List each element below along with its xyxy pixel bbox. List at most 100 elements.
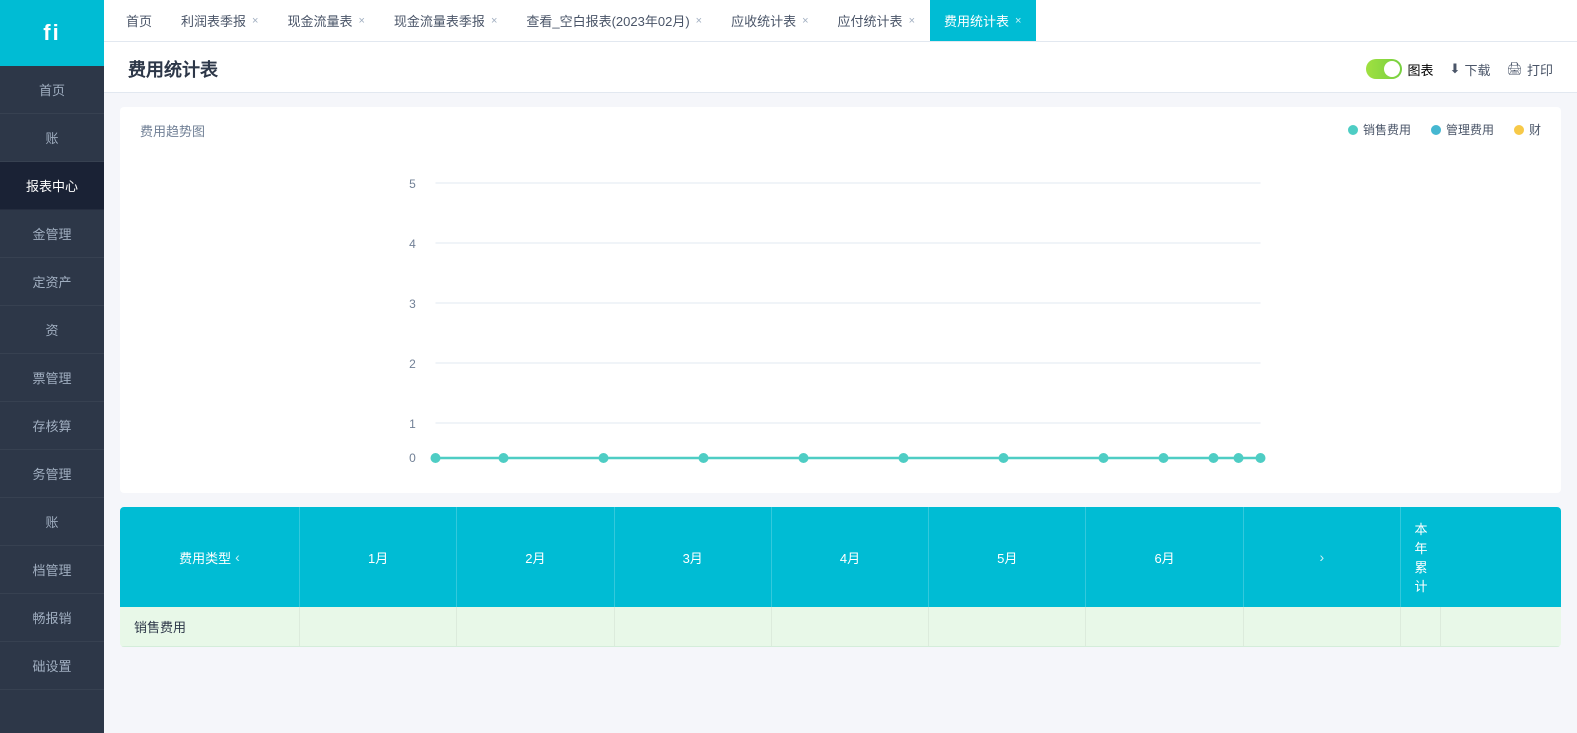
svg-text:5: 5 — [409, 177, 416, 191]
chart-point-dec — [1256, 453, 1266, 463]
th-nav-next[interactable]: › — [1244, 507, 1401, 607]
header-actions: 图表 ⬇ 下载 🖨 打印 — [1366, 59, 1553, 79]
tab-home[interactable]: 首页 — [112, 0, 167, 42]
sidebar-logo: fi — [0, 0, 104, 66]
svg-text:4月: 4月 — [694, 469, 713, 470]
svg-text:1: 1 — [409, 417, 416, 431]
chart-point-jan — [431, 453, 441, 463]
sidebar-item-settings[interactable]: 础设置 — [0, 642, 104, 690]
page-header: 费用统计表 图表 ⬇ 下载 🖨 打印 — [104, 42, 1577, 93]
tab-expense[interactable]: 费用统计表 × — [930, 0, 1036, 42]
chart-legend: 销售费用 管理费用 财 — [1348, 121, 1541, 138]
legend-dot-admin — [1431, 125, 1441, 135]
chart-point-may — [799, 453, 809, 463]
chart-point-aug — [1099, 453, 1109, 463]
svg-text:10月: 10月 — [1201, 469, 1226, 470]
sidebar-item-invest[interactable]: 资 — [0, 306, 104, 354]
svg-text:9月: 9月 — [1154, 469, 1173, 470]
svg-text:3月: 3月 — [594, 469, 613, 470]
svg-text:3: 3 — [409, 297, 416, 311]
close-tab-blank[interactable]: × — [696, 15, 702, 27]
close-tab-payable[interactable]: × — [909, 15, 915, 27]
legend-dot-sales — [1348, 125, 1358, 135]
page-content: 费用统计表 图表 ⬇ 下载 🖨 打印 — [104, 42, 1577, 733]
chart-toggle-label: 图表 — [1408, 60, 1434, 79]
close-tab-cashflow[interactable]: × — [358, 15, 364, 27]
chart-point-feb — [499, 453, 509, 463]
sidebar-item-writeoff[interactable]: 畅报销 — [0, 594, 104, 642]
page-title: 费用统计表 — [128, 56, 218, 82]
chart-point-jul — [999, 453, 1009, 463]
td-m2-sales — [457, 607, 614, 646]
sidebar-item-archive[interactable]: 档管理 — [0, 546, 104, 594]
sidebar-item-bills[interactable]: 票管理 — [0, 354, 104, 402]
toggle-knob — [1384, 61, 1400, 77]
chart-point-oct — [1209, 453, 1219, 463]
svg-text:6月: 6月 — [894, 469, 913, 470]
td-m5-sales — [929, 607, 1086, 646]
table-header: 费用类型 ‹ 1月 2月 3月 4月 5月 6月 › 本年累计 — [120, 507, 1561, 607]
td-nav-sales — [1244, 607, 1401, 646]
download-icon: ⬇ — [1450, 61, 1461, 77]
chart-point-nov — [1234, 453, 1244, 463]
print-button[interactable]: 🖨 打印 — [1506, 60, 1553, 79]
sidebar: fi 首页 账 报表中心 金管理 定资产 资 票管理 存核算 务管理 账 档管理… — [0, 0, 104, 733]
th-m5: 5月 — [929, 507, 1086, 607]
td-m6-sales — [1086, 607, 1243, 646]
close-tab-cashflowq[interactable]: × — [491, 15, 497, 27]
svg-text:5月: 5月 — [794, 469, 813, 470]
tab-profit[interactable]: 利润表季报 × — [167, 0, 273, 42]
sidebar-item-reports[interactable]: 报表中心 — [0, 162, 104, 210]
tab-cashflow[interactable]: 现金流量表 × — [273, 0, 379, 42]
close-tab-receivable[interactable]: × — [802, 15, 808, 27]
th-m6: 6月 — [1086, 507, 1243, 607]
tab-bar: 首页 利润表季报 × 现金流量表 × 现金流量表季报 × 查看_空白报表(202… — [104, 0, 1577, 42]
tab-payable[interactable]: 应付统计表 × — [824, 0, 930, 42]
download-button[interactable]: ⬇ 下载 — [1450, 60, 1491, 79]
sidebar-item-cash[interactable]: 金管理 — [0, 210, 104, 258]
th-next-arrow[interactable]: › — [1320, 549, 1325, 565]
legend-admin: 管理费用 — [1431, 121, 1494, 138]
table-row-sales: 销售费用 — [120, 607, 1561, 647]
svg-text:1月: 1月 — [426, 469, 445, 470]
svg-text:4: 4 — [409, 237, 416, 251]
tab-blank[interactable]: 查看_空白报表(2023年02月) × — [512, 0, 717, 42]
td-m1-sales — [300, 607, 457, 646]
sidebar-item-ledger[interactable]: 账 — [0, 498, 104, 546]
th-m3: 3月 — [615, 507, 772, 607]
sidebar-item-assets[interactable]: 定资产 — [0, 258, 104, 306]
td-m3-sales — [615, 607, 772, 646]
svg-text:7月: 7月 — [994, 469, 1013, 470]
td-yearly-sales — [1401, 607, 1441, 646]
table-section: 费用类型 ‹ 1月 2月 3月 4月 5月 6月 › 本年累计 销售费用 — [120, 507, 1561, 647]
tab-receivable[interactable]: 应收统计表 × — [717, 0, 823, 42]
print-icon: 🖨 — [1506, 61, 1523, 77]
sidebar-item-inventory[interactable]: 存核算 — [0, 402, 104, 450]
close-tab-profit[interactable]: × — [252, 15, 258, 27]
td-m4-sales — [772, 607, 929, 646]
sidebar-item-home[interactable]: 首页 — [0, 66, 104, 114]
chart-section: 费用趋势图 销售费用 管理费用 财 — [120, 107, 1561, 493]
sidebar-item-account[interactable]: 账 — [0, 114, 104, 162]
main-area: 首页 利润表季报 × 现金流量表 × 现金流量表季报 × 查看_空白报表(202… — [104, 0, 1577, 733]
th-m4: 4月 — [772, 507, 929, 607]
legend-dot-finance — [1514, 125, 1524, 135]
legend-sales: 销售费用 — [1348, 121, 1411, 138]
chart-point-apr — [699, 453, 709, 463]
th-m1: 1月 — [300, 507, 457, 607]
svg-text:0: 0 — [409, 451, 416, 465]
td-type-sales: 销售费用 — [120, 607, 300, 646]
th-prev-arrow[interactable]: ‹ — [235, 549, 240, 565]
chart-point-jun — [899, 453, 909, 463]
sidebar-item-service[interactable]: 务管理 — [0, 450, 104, 498]
trend-chart: 5 4 3 2 1 0 — [140, 150, 1541, 470]
th-type: 费用类型 ‹ — [120, 507, 300, 607]
chart-toggle[interactable] — [1366, 59, 1402, 79]
svg-text:8月: 8月 — [1094, 469, 1113, 470]
chart-point-sep — [1159, 453, 1169, 463]
tab-cashflowq[interactable]: 现金流量表季报 × — [380, 0, 512, 42]
chart-svg-wrapper: 5 4 3 2 1 0 — [140, 150, 1541, 473]
chart-point-mar — [599, 453, 609, 463]
chart-toggle-wrap[interactable]: 图表 — [1366, 59, 1434, 79]
close-tab-expense[interactable]: × — [1015, 15, 1021, 27]
